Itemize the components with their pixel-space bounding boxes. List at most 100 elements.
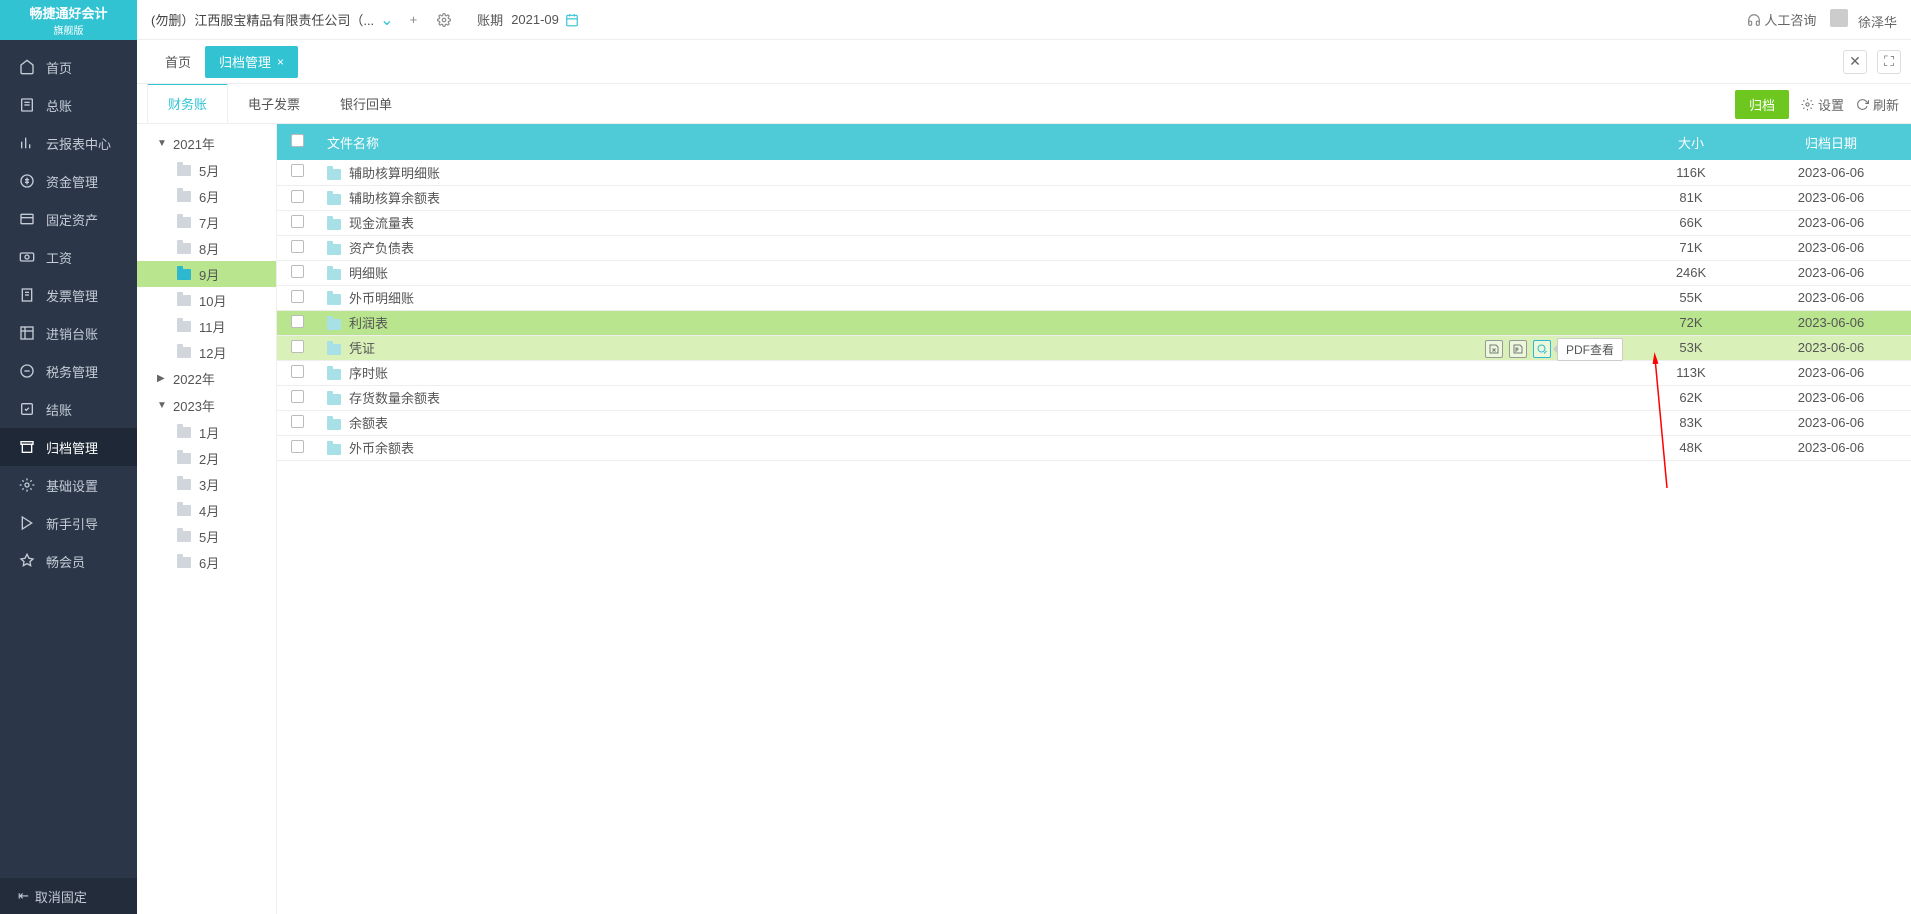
nav-item-home[interactable]: 首页 [0, 48, 137, 86]
table-row[interactable]: 资产负债表71K2023-06-06 [277, 235, 1911, 260]
table-row[interactable]: 外币余额表48K2023-06-06 [277, 435, 1911, 460]
month-label: 5月 [199, 527, 219, 546]
archive-button[interactable]: 归档 [1735, 90, 1789, 119]
table-row[interactable]: 辅助核算明细账116K2023-06-06 [277, 160, 1911, 185]
nav-item-chart[interactable]: 云报表中心 [0, 124, 137, 162]
nav-item-ledger[interactable]: 总账 [0, 86, 137, 124]
pdf-view-icon[interactable] [1533, 340, 1551, 358]
subtab-电子发票[interactable]: 电子发票 [228, 83, 320, 123]
fullscreen-button[interactable]: ⛶ [1877, 50, 1901, 74]
col-date: 归档日期 [1751, 124, 1911, 160]
download-pdf-icon[interactable] [1509, 340, 1527, 358]
row-checkbox[interactable] [291, 365, 304, 378]
tree-month[interactable]: 5月 [137, 157, 276, 183]
table-row[interactable]: 辅助核算余额表81K2023-06-06 [277, 185, 1911, 210]
row-checkbox[interactable] [291, 315, 304, 328]
table-row[interactable]: 利润表72K2023-06-06 [277, 310, 1911, 335]
row-checkbox[interactable] [291, 415, 304, 428]
file-name: 利润表 [349, 316, 388, 331]
tree-month[interactable]: 12月 [137, 339, 276, 365]
subtab-银行回单[interactable]: 银行回单 [320, 83, 412, 123]
period-value[interactable]: 2021-09 [511, 12, 559, 27]
topbar: (勿删）江西服宝精品有限责任公司（... ⌄ + 账期 2021-09 人工咨询… [137, 0, 1911, 40]
file-size: 48K [1631, 435, 1751, 460]
tree-month[interactable]: 4月 [137, 497, 276, 523]
tree-year[interactable]: ▶2022年 [137, 365, 276, 392]
tree-month[interactable]: 1月 [137, 419, 276, 445]
tree-month[interactable]: 5月 [137, 523, 276, 549]
folder-icon [177, 427, 191, 438]
archive-icon [18, 438, 36, 456]
gear-icon[interactable] [437, 13, 451, 27]
refresh-link[interactable]: 刷新 [1856, 95, 1899, 114]
table-row[interactable]: 序时账113K2023-06-06 [277, 360, 1911, 385]
nav-item-tax[interactable]: 税务管理 [0, 352, 137, 390]
tree-month[interactable]: 11月 [137, 313, 276, 339]
folder-icon [177, 243, 191, 254]
nav: 首页总账云报表中心资金管理固定资产工资发票管理进销台账税务管理结账归档管理基础设… [0, 40, 137, 878]
row-checkbox[interactable] [291, 265, 304, 278]
tree-month[interactable]: 8月 [137, 235, 276, 261]
table-row[interactable]: 存货数量余额表62K2023-06-06 [277, 385, 1911, 410]
tree-month[interactable]: 10月 [137, 287, 276, 313]
user-menu[interactable]: 徐泽华 [1830, 9, 1897, 31]
file-name: 资产负债表 [349, 241, 414, 256]
archive-date: 2023-06-06 [1751, 410, 1911, 435]
nav-item-invoice[interactable]: 发票管理 [0, 276, 137, 314]
nav-item-archive[interactable]: 归档管理 [0, 428, 137, 466]
row-checkbox[interactable] [291, 190, 304, 203]
chevron-down-icon[interactable]: ⌄ [380, 10, 393, 30]
nav-item-money[interactable]: 资金管理 [0, 162, 137, 200]
file-name: 外币余额表 [349, 441, 414, 456]
nav-label: 归档管理 [46, 438, 98, 457]
table-row[interactable]: 凭证PDF查看53K2023-06-06 [277, 335, 1911, 360]
archive-date: 2023-06-06 [1751, 285, 1911, 310]
archive-date: 2023-06-06 [1751, 310, 1911, 335]
table-row[interactable]: 余额表83K2023-06-06 [277, 410, 1911, 435]
row-checkbox[interactable] [291, 240, 304, 253]
sidebar-unpin[interactable]: ⇤ 取消固定 [0, 878, 137, 914]
tree-month[interactable]: 9月 [137, 261, 276, 287]
table-row[interactable]: 外币明细账55K2023-06-06 [277, 285, 1911, 310]
tree-month[interactable]: 6月 [137, 549, 276, 575]
nav-item-asset[interactable]: 固定资产 [0, 200, 137, 238]
nav-item-member[interactable]: 畅会员 [0, 542, 137, 580]
row-checkbox[interactable] [291, 340, 304, 353]
tree-month[interactable]: 2月 [137, 445, 276, 471]
nav-item-guide[interactable]: 新手引导 [0, 504, 137, 542]
close-tab-button[interactable]: ✕ [1843, 50, 1867, 74]
pdf-view-tooltip: PDF查看 [1557, 338, 1623, 361]
folder-icon [177, 165, 191, 176]
tree-month[interactable]: 7月 [137, 209, 276, 235]
settings-link[interactable]: 设置 [1801, 95, 1844, 114]
row-checkbox[interactable] [291, 164, 304, 177]
file-name: 辅助核算余额表 [349, 191, 440, 206]
company-selector[interactable]: (勿删）江西服宝精品有限责任公司（... [151, 10, 374, 29]
nav-item-gear[interactable]: 基础设置 [0, 466, 137, 504]
row-checkbox[interactable] [291, 290, 304, 303]
nav-item-salary[interactable]: 工资 [0, 238, 137, 276]
tree-year[interactable]: ▼2023年 [137, 392, 276, 419]
tab-首页[interactable]: 首页 [151, 46, 205, 78]
calendar-icon[interactable] [565, 13, 579, 27]
archive-date: 2023-06-06 [1751, 385, 1911, 410]
checkbox-all[interactable] [291, 134, 304, 147]
tab-close-icon[interactable]: × [277, 55, 284, 69]
download-excel-icon[interactable] [1485, 340, 1503, 358]
tree-month[interactable]: 3月 [137, 471, 276, 497]
table-row[interactable]: 明细账246K2023-06-06 [277, 260, 1911, 285]
nav-item-close[interactable]: 结账 [0, 390, 137, 428]
month-label: 9月 [199, 265, 219, 284]
help-link[interactable]: 人工咨询 [1747, 10, 1817, 29]
tree-month[interactable]: 6月 [137, 183, 276, 209]
nav-item-stock[interactable]: 进销台账 [0, 314, 137, 352]
nav-label: 云报表中心 [46, 134, 111, 153]
table-row[interactable]: 现金流量表66K2023-06-06 [277, 210, 1911, 235]
subtab-财务账[interactable]: 财务账 [147, 83, 228, 123]
add-icon[interactable]: + [410, 12, 418, 27]
tab-归档管理[interactable]: 归档管理× [205, 46, 298, 78]
row-checkbox[interactable] [291, 440, 304, 453]
row-checkbox[interactable] [291, 215, 304, 228]
tree-year[interactable]: ▼2021年 [137, 130, 276, 157]
row-checkbox[interactable] [291, 390, 304, 403]
